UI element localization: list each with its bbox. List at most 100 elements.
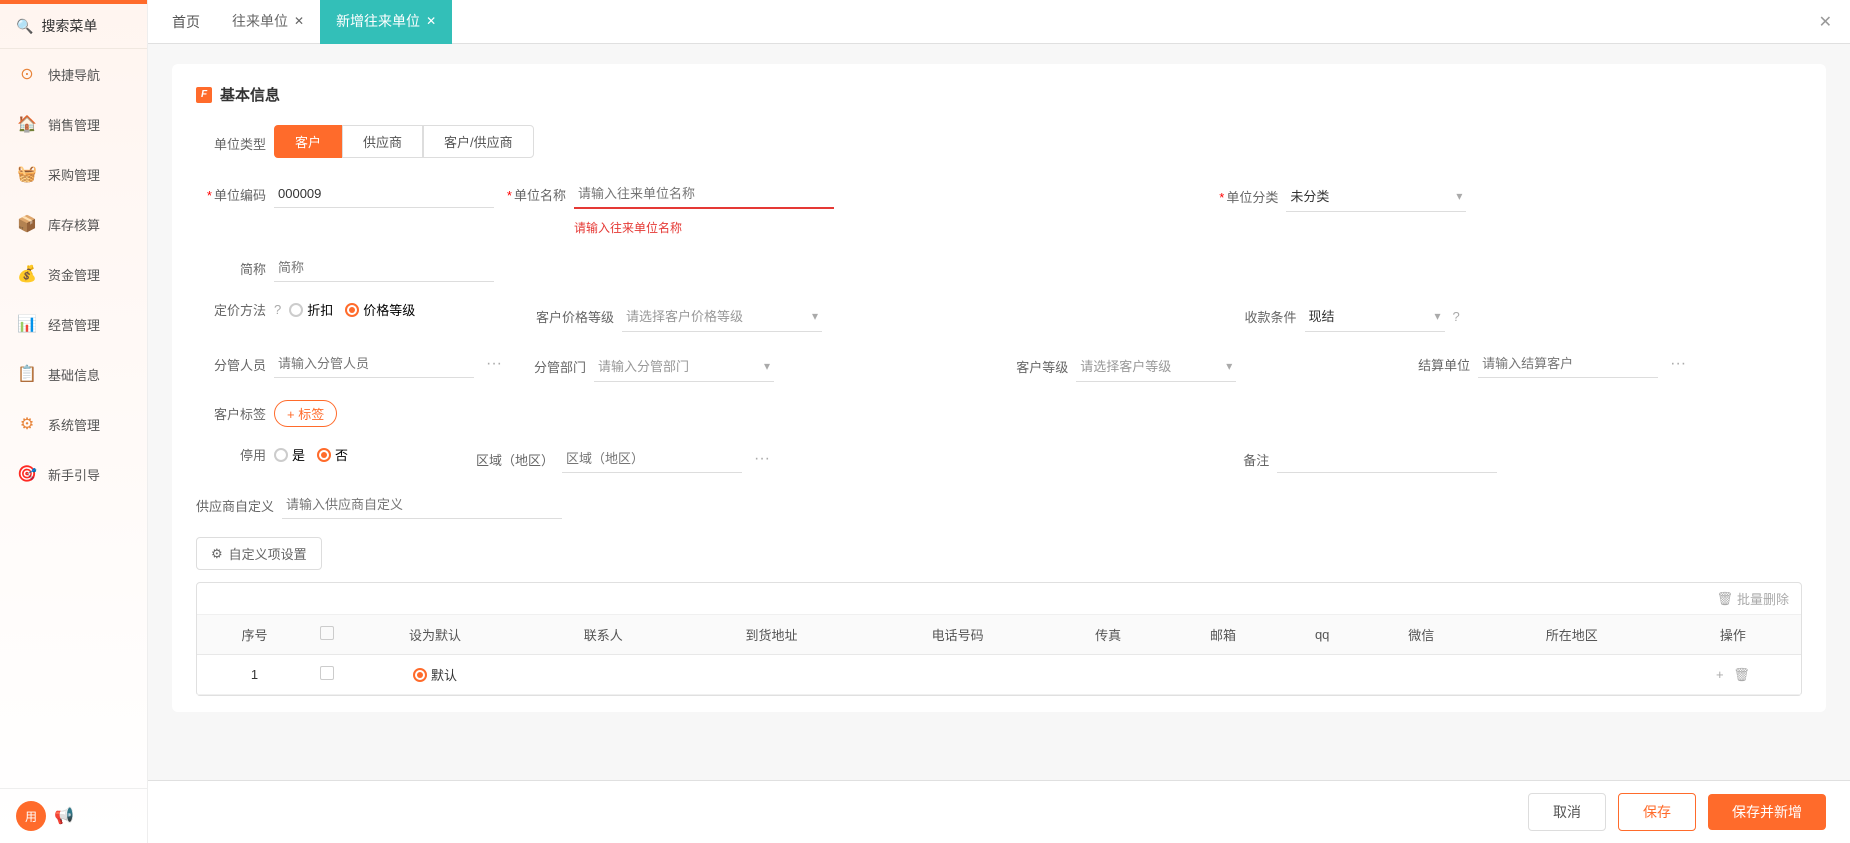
- sidebar-item-sales[interactable]: 🏠 销售管理: [0, 99, 147, 149]
- save-new-button[interactable]: 保存并新增: [1708, 794, 1826, 830]
- delete-row-btn[interactable]: 🗑: [1733, 667, 1750, 682]
- tab-partners-close[interactable]: ✕: [294, 15, 304, 27]
- add-row-btn[interactable]: +: [1716, 667, 1724, 682]
- cell-address: [679, 655, 865, 695]
- operations-icon: 📊: [16, 313, 38, 335]
- sidebar-item-operations[interactable]: 📊 经营管理: [0, 299, 147, 349]
- customer-price-level-label: 客户价格等级: [536, 307, 614, 326]
- col-qq: qq: [1281, 615, 1364, 655]
- radio-disabled-yes[interactable]: 是: [274, 445, 305, 464]
- tags-label: 客户标签: [196, 404, 266, 423]
- default-circle: [413, 668, 427, 682]
- section-icon: F: [196, 87, 212, 103]
- unit-category-select[interactable]: 未分类 ▾: [1286, 180, 1466, 212]
- sidebar-item-label: 经营管理: [48, 315, 100, 334]
- cancel-button[interactable]: 取消: [1528, 793, 1606, 831]
- cell-phone: [865, 655, 1051, 695]
- btn-customer[interactable]: 客户: [274, 125, 342, 158]
- pricing-help-icon[interactable]: ?: [274, 302, 281, 317]
- tab-new-partner[interactable]: 新增往来单位 ✕: [320, 0, 452, 44]
- sidebar-item-quick-nav[interactable]: ⊙ 快捷导航: [0, 49, 147, 99]
- tab-partners-label: 往来单位: [232, 11, 288, 31]
- quick-nav-icon: ⊙: [16, 63, 38, 85]
- settlement-unit-input[interactable]: [1478, 350, 1658, 378]
- pricing-row: 定价方法 ? 折扣 价格等级 客户价格等级: [196, 300, 1802, 332]
- system-icon: ⚙: [16, 413, 38, 435]
- speaker-icon: 📢: [54, 806, 74, 826]
- sidebar-item-label: 销售管理: [48, 115, 100, 134]
- sidebar-item-finance[interactable]: 💰 资金管理: [0, 249, 147, 299]
- col-check: [312, 615, 342, 655]
- tab-home[interactable]: 首页: [156, 0, 216, 44]
- cell-seq: 1: [197, 655, 312, 695]
- supplier-custom-input[interactable]: [282, 491, 562, 519]
- basic-info-card: F 基本信息 单位类型 客户 供应商 客户/供应商 单位编码: [172, 64, 1826, 712]
- row-default-radio[interactable]: 默认: [350, 665, 520, 684]
- sidebar-item-basic[interactable]: 📋 基础信息: [0, 349, 147, 399]
- remark-label: 备注: [1199, 450, 1269, 469]
- tags-row: 客户标签 + 标签: [196, 400, 1802, 427]
- tab-partners[interactable]: 往来单位 ✕: [216, 0, 320, 44]
- select-all-checkbox[interactable]: [320, 626, 334, 640]
- sidebar-item-purchase[interactable]: 🧺 采购管理: [0, 149, 147, 199]
- pricing-radio-group: 折扣 价格等级: [289, 300, 415, 319]
- radio-discount[interactable]: 折扣: [289, 300, 333, 319]
- customer-level-select[interactable]: 请选择客户等级 ▾: [1076, 350, 1236, 382]
- radio-disabled-no[interactable]: 否: [317, 445, 348, 464]
- save-button[interactable]: 保存: [1618, 793, 1696, 831]
- cell-wechat: [1364, 655, 1479, 695]
- customer-price-level-field: 客户价格等级 请选择客户价格等级 ▾: [536, 300, 1227, 332]
- sidebar-search-label: 搜索菜单: [41, 16, 97, 36]
- sales-icon: 🏠: [16, 113, 38, 135]
- unit-code-input[interactable]: [274, 180, 494, 208]
- add-tag-button[interactable]: + 标签: [274, 400, 337, 427]
- customer-price-level-select[interactable]: 请选择客户价格等级 ▾: [622, 300, 822, 332]
- sidebar-item-label: 基础信息: [48, 365, 100, 384]
- payment-terms-select[interactable]: 现结 ▾: [1305, 300, 1445, 332]
- manager-more-btn[interactable]: ···: [482, 355, 506, 373]
- pricing-method-field: 定价方法 ? 折扣 价格等级: [196, 300, 536, 319]
- tab-bar: 首页 往来单位 ✕ 新增往来单位 ✕ ✕: [148, 0, 1850, 44]
- region-label: 区域（地区）: [476, 450, 554, 469]
- region-more-btn[interactable]: ···: [750, 450, 774, 468]
- sidebar-item-system[interactable]: ⚙ 系统管理: [0, 399, 147, 449]
- department-select[interactable]: 请输入分管部门 ▾: [594, 350, 774, 382]
- radio-discount-circle: [289, 303, 303, 317]
- btn-supplier[interactable]: 供应商: [342, 125, 423, 158]
- disabled-label: 停用: [196, 445, 266, 464]
- manager-row: 分管人员 ··· 分管部门 请输入分管部门 ▾ 客户等级 请选择客户等级: [196, 350, 1802, 382]
- sidebar-item-inventory[interactable]: 📦 库存核算: [0, 199, 147, 249]
- radio-discount-label: 折扣: [307, 300, 333, 319]
- global-close-button[interactable]: ✕: [1809, 12, 1842, 32]
- section-title: F 基本信息: [196, 84, 1802, 105]
- col-fax: 传真: [1051, 615, 1166, 655]
- unit-code-field: 单位编码: [196, 180, 496, 208]
- section-title-text: 基本信息: [220, 84, 280, 105]
- disabled-radio-group: 是 否: [274, 445, 348, 464]
- remark-input[interactable]: [1277, 445, 1497, 473]
- row-checkbox[interactable]: [320, 666, 334, 680]
- tab-new-partner-label: 新增往来单位: [336, 11, 420, 31]
- pricing-method-label: 定价方法: [196, 300, 266, 319]
- short-name-input[interactable]: [274, 254, 494, 282]
- tab-new-partner-close[interactable]: ✕: [426, 15, 436, 27]
- col-address: 到货地址: [679, 615, 865, 655]
- manager-input[interactable]: [274, 350, 474, 378]
- radio-no-label: 否: [335, 445, 348, 464]
- settlement-more-btn[interactable]: ···: [1666, 355, 1690, 373]
- disabled-region-row: 停用 是 否 区域（地区）: [196, 445, 1802, 473]
- radio-price-level[interactable]: 价格等级: [345, 300, 415, 319]
- btn-both[interactable]: 客户/供应商: [423, 125, 534, 158]
- col-default: 设为默认: [342, 615, 528, 655]
- unit-name-input[interactable]: [574, 180, 834, 209]
- col-action: 操作: [1665, 615, 1801, 655]
- unit-type-row: 单位类型 客户 供应商 客户/供应商: [196, 125, 1802, 162]
- region-field: 区域（地区） ···: [476, 445, 1199, 473]
- region-input[interactable]: [562, 445, 742, 473]
- custom-settings-button[interactable]: ⚙ 自定义项设置: [196, 537, 322, 570]
- sidebar-item-search[interactable]: 🔍 搜索菜单: [0, 4, 147, 49]
- payment-help-icon[interactable]: ?: [1453, 309, 1460, 324]
- search-icon: 🔍: [16, 18, 33, 35]
- sidebar-item-guide[interactable]: 🎯 新手引导: [0, 449, 147, 499]
- batch-delete-button[interactable]: 🗑 批量删除: [1716, 589, 1789, 608]
